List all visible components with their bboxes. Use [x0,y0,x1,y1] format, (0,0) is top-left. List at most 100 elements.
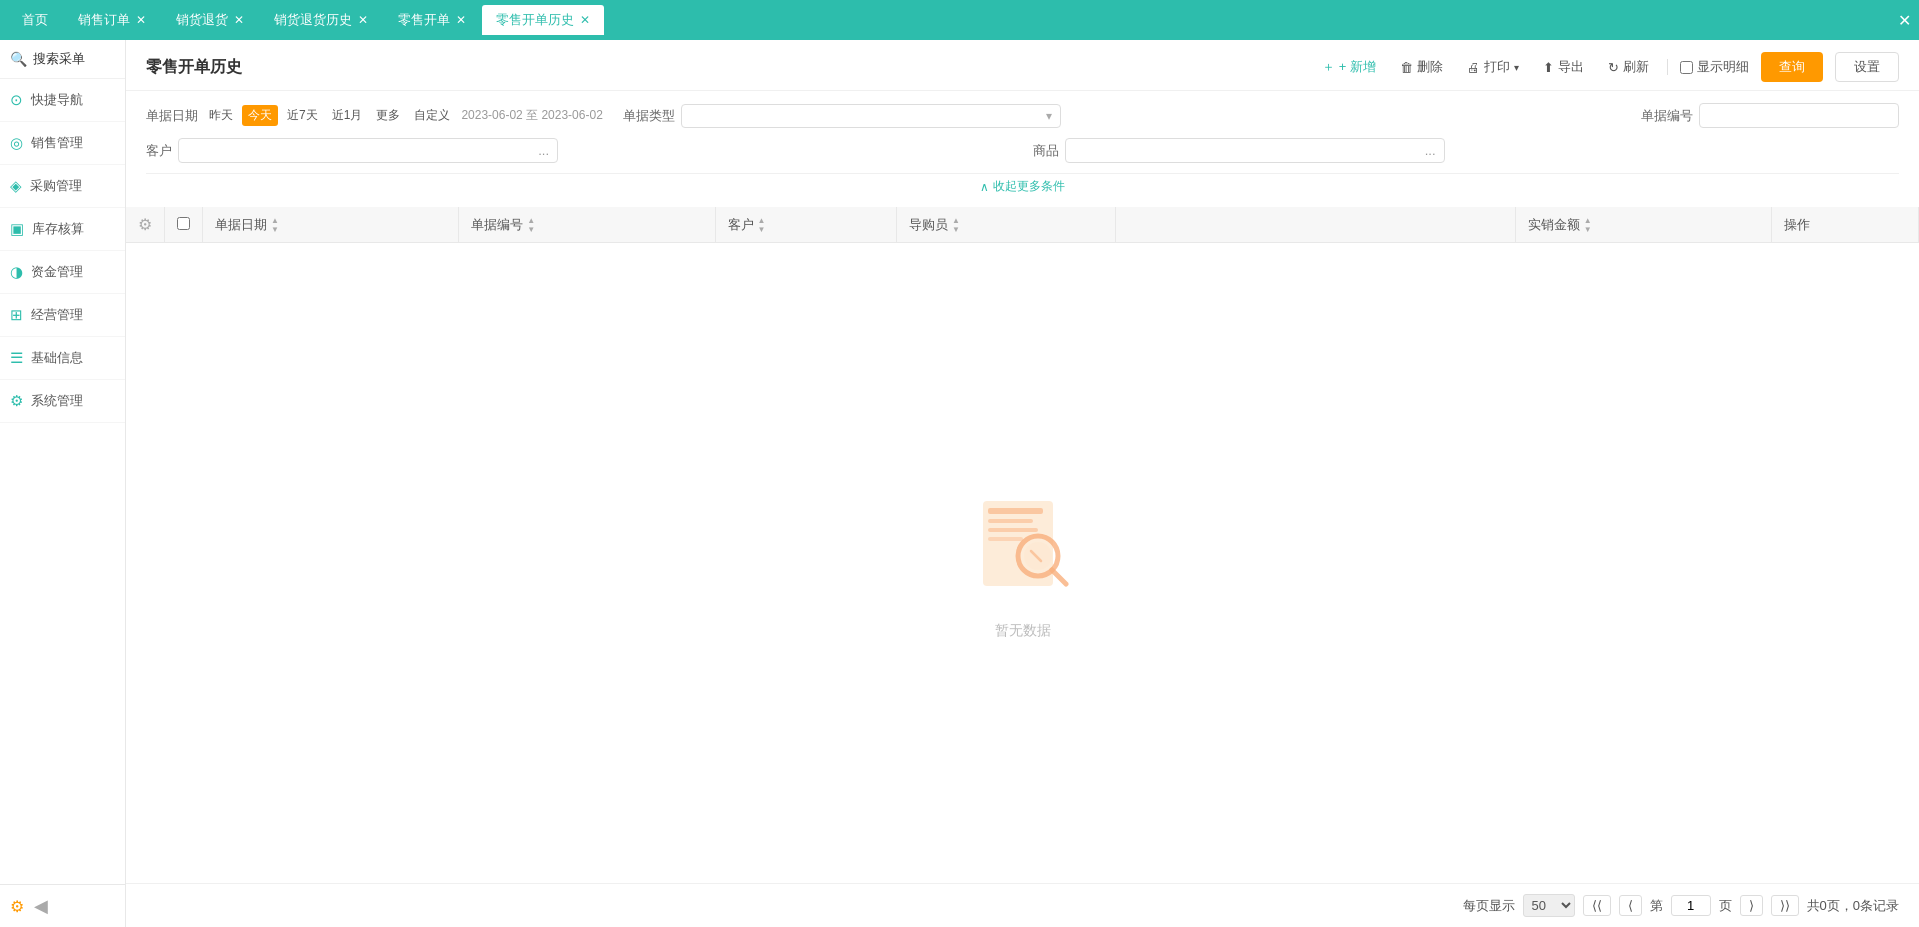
col-amount-label: 实销金额 [1528,216,1580,234]
customer-ellipsis-icon: ... [538,143,549,158]
date-opt-1month[interactable]: 近1月 [327,105,368,126]
refresh-button[interactable]: ↻ 刷新 [1602,54,1655,80]
sidebar-item-purchase[interactable]: ◈ 采购管理 [0,165,125,208]
col-customer-label: 客户 [728,216,754,234]
add-button[interactable]: ＋ + 新增 [1316,54,1382,80]
customer-filter-label: 客户 [146,142,172,160]
tab-return-history[interactable]: 销货退货历史 ✕ [260,5,382,35]
delete-label: 删除 [1417,58,1443,76]
inventory-icon: ▣ [10,220,24,238]
first-page-button[interactable]: ⟨⟨ [1583,895,1611,916]
empty-illustration [963,486,1083,606]
col-amount: 实销金额 ▲▼ [1515,207,1771,243]
col-number-sort[interactable]: 单据编号 ▲▼ [471,216,702,234]
sidebar-item-system[interactable]: ⚙ 系统管理 [0,380,125,423]
type-select-arrow: ▾ [1046,109,1052,123]
number-input[interactable] [1699,103,1899,128]
sidebar-item-quicknav[interactable]: ⊙ 快捷导航 [0,79,125,122]
per-page-label: 每页显示 [1463,897,1515,915]
tab-home[interactable]: 首页 [8,5,62,35]
date-opt-custom[interactable]: 自定义 [409,105,455,126]
svg-rect-1 [988,508,1043,514]
col-date-label: 单据日期 [215,216,267,234]
tab-sales-order-close[interactable]: ✕ [136,13,146,27]
next-page-button[interactable]: ⟩ [1740,895,1763,916]
goods-input[interactable]: ... [1065,138,1445,163]
date-opt-more[interactable]: 更多 [371,105,405,126]
col-number-label: 单据编号 [471,216,523,234]
purchase-icon: ◈ [10,177,22,195]
settings-gear-icon[interactable]: ⚙ [10,897,24,916]
main-layout: 🔍 搜索采单 ⊙ 快捷导航 ◎ 销售管理 ◈ 采购管理 ▣ 库存核算 ◑ 资金管 [0,40,1919,927]
query-button[interactable]: 查询 [1761,52,1823,82]
close-window-icon[interactable]: ✕ [1898,11,1911,30]
sidebar-search[interactable]: 🔍 搜索采单 [0,40,125,79]
export-icon: ⬆ [1543,60,1554,75]
system-icon: ⚙ [10,392,23,410]
tab-retail-history-close[interactable]: ✕ [580,13,590,27]
sidebar-search-label: 搜索采单 [33,50,85,68]
table-settings-icon[interactable]: ⚙ [138,216,152,233]
date-filter-label: 单据日期 [146,107,198,125]
tab-retail[interactable]: 零售开单 ✕ [384,5,480,35]
select-all-checkbox[interactable] [177,217,190,230]
print-label: 打印 [1484,58,1510,76]
svg-rect-4 [988,537,1023,541]
collapse-label: 收起更多条件 [993,178,1065,195]
goods-filter: 商品 ... [1033,138,1900,163]
table-area: ⚙ 单据日期 ▲▼ 单据编号 [126,207,1919,883]
col-guide-sort[interactable]: 导购员 ▲▼ [909,216,1103,234]
amount-sort-arrows: ▲▼ [1584,216,1592,234]
tab-return-history-close[interactable]: ✕ [358,13,368,27]
date-opt-today[interactable]: 今天 [242,105,278,126]
export-button[interactable]: ⬆ 导出 [1537,54,1590,80]
prev-page-button[interactable]: ⟨ [1619,895,1642,916]
refresh-icon: ↻ [1608,60,1619,75]
date-filter: 单据日期 昨天 今天 近7天 近1月 更多 自定义 2023-06-02 至 2… [146,105,603,126]
customer-input[interactable]: ... [178,138,558,163]
last-page-button[interactable]: ⟩⟩ [1771,895,1799,916]
tab-retail-label: 零售开单 [398,11,450,29]
tab-return-label: 销货退货 [176,11,228,29]
sales-icon: ◎ [10,134,23,152]
type-select[interactable]: ▾ [681,104,1061,128]
display-toggle[interactable]: 显示明细 [1680,58,1749,76]
tab-retail-history-label: 零售开单历史 [496,11,574,29]
number-filter-label: 单据编号 [1641,107,1693,125]
sidebar-item-finance-label: 资金管理 [31,263,83,281]
col-amount-sort[interactable]: 实销金额 ▲▼ [1528,216,1759,234]
col-customer-sort[interactable]: 客户 ▲▼ [728,216,884,234]
toolbar: ＋ + 新增 🗑 删除 🖨 打印 ▾ ⬆ 导出 ↻ [1316,52,1899,82]
sidebar-item-inventory[interactable]: ▣ 库存核算 [0,208,125,251]
tab-retail-history[interactable]: 零售开单历史 ✕ [482,5,604,35]
col-date-sort[interactable]: 单据日期 ▲▼ [215,216,446,234]
date-opt-yesterday[interactable]: 昨天 [204,105,238,126]
sidebar-item-sales-label: 销售管理 [31,134,83,152]
tab-return[interactable]: 销货退货 ✕ [162,5,258,35]
sidebar-item-basics[interactable]: ☰ 基础信息 [0,337,125,380]
tab-retail-close[interactable]: ✕ [456,13,466,27]
table-header-row: ⚙ 单据日期 ▲▼ 单据编号 [126,207,1919,243]
col-settings[interactable]: ⚙ [126,207,165,243]
per-page-select[interactable]: 50 100 200 [1523,894,1575,917]
col-action-label: 操作 [1784,217,1810,232]
sidebar-item-sales[interactable]: ◎ 销售管理 [0,122,125,165]
number-sort-arrows: ▲▼ [527,216,535,234]
collapse-sidebar-icon[interactable]: ◀ [34,895,48,917]
date-opt-7days[interactable]: 近7天 [282,105,323,126]
col-customer: 客户 ▲▼ [715,207,896,243]
print-button[interactable]: 🖨 打印 ▾ [1461,54,1525,80]
sidebar-item-finance[interactable]: ◑ 资金管理 [0,251,125,294]
tab-sales-order[interactable]: 销售订单 ✕ [64,5,160,35]
setting-button[interactable]: 设置 [1835,52,1899,82]
delete-icon: 🗑 [1400,60,1413,75]
tab-return-close[interactable]: ✕ [234,13,244,27]
display-checkbox[interactable] [1680,61,1693,74]
tab-return-history-label: 销货退货历史 [274,11,352,29]
sidebar-item-operations[interactable]: ⊞ 经营管理 [0,294,125,337]
goods-filter-label: 商品 [1033,142,1059,160]
sidebar-bottom: ⚙ ◀ [0,884,125,927]
delete-button[interactable]: 🗑 删除 [1394,54,1449,80]
page-number-input[interactable]: 1 [1671,895,1711,916]
collapse-filter-button[interactable]: ∧ 收起更多条件 [146,173,1899,199]
